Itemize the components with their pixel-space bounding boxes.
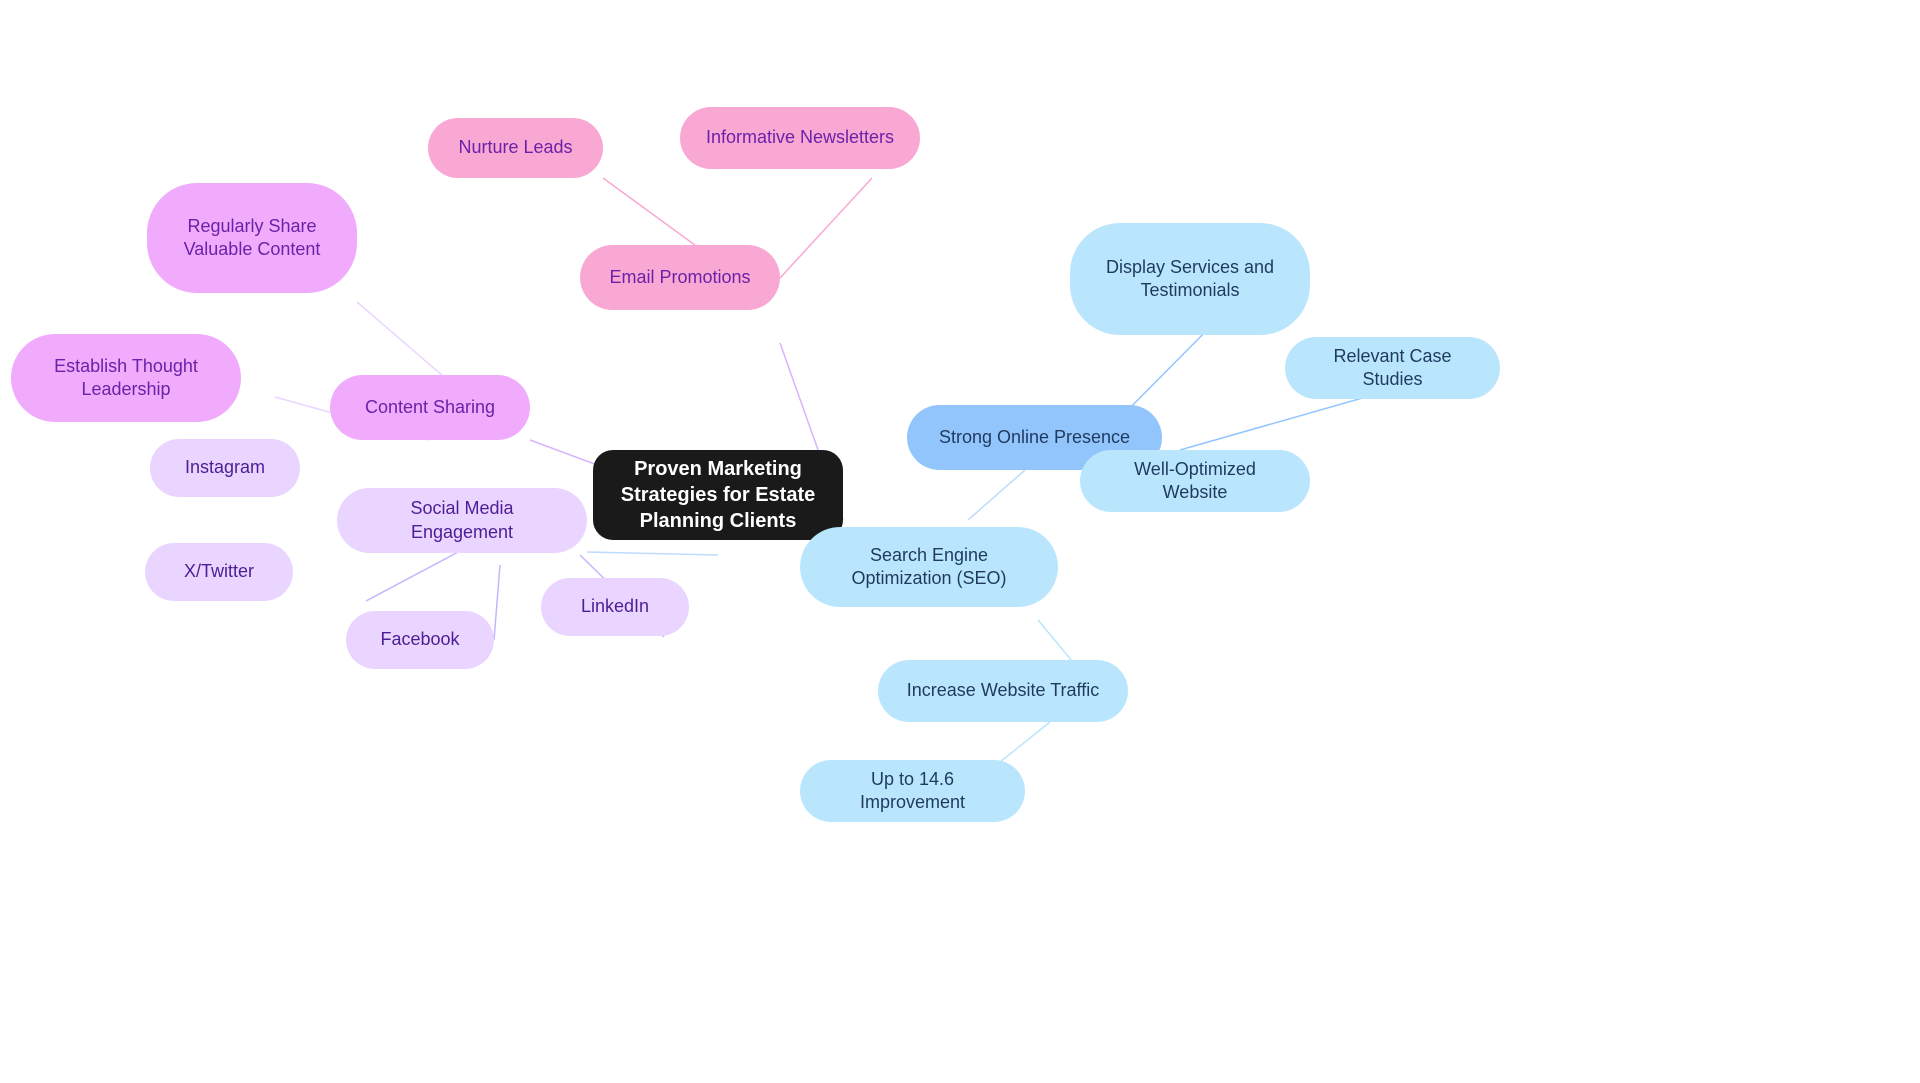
x-twitter-node: X/Twitter: [145, 543, 293, 601]
well-optimized-node: Well-Optimized Website: [1080, 450, 1310, 512]
improvement-node: Up to 14.6 Improvement: [800, 760, 1025, 822]
regularly-share-node: Regularly Share Valuable Content: [147, 183, 357, 293]
establish-thought-node: Establish Thought Leadership: [11, 334, 241, 422]
nurture-leads-node: Nurture Leads: [428, 118, 603, 178]
display-services-node: Display Services and Testimonials: [1070, 223, 1310, 335]
informative-newsletters-node: Informative Newsletters: [680, 107, 920, 169]
increase-traffic-node: Increase Website Traffic: [878, 660, 1128, 722]
center-node: Proven Marketing Strategies for Estate P…: [593, 450, 843, 540]
email-promotions-node: Email Promotions: [580, 245, 780, 310]
relevant-case-node: Relevant Case Studies: [1285, 337, 1500, 399]
facebook-node: Facebook: [346, 611, 494, 669]
social-media-node: Social Media Engagement: [337, 488, 587, 553]
linkedin-node: LinkedIn: [541, 578, 689, 636]
instagram-node: Instagram: [150, 439, 300, 497]
seo-node: Search Engine Optimization (SEO): [800, 527, 1058, 607]
content-sharing-node: Content Sharing: [330, 375, 530, 440]
